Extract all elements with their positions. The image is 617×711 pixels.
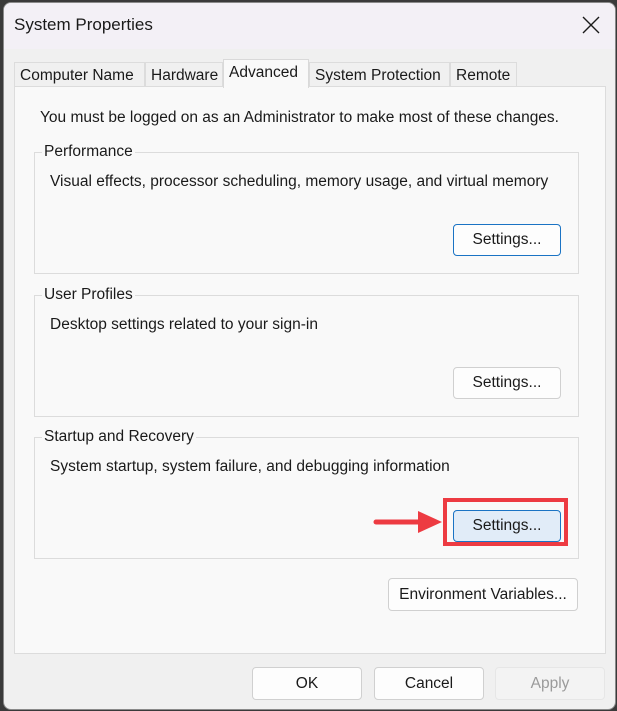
tab-system-protection[interactable]: System Protection — [309, 62, 450, 87]
startup-recovery-group: Startup and Recovery System startup, sys… — [34, 428, 579, 559]
tab-hardware[interactable]: Hardware — [145, 62, 223, 87]
user-profiles-settings-button[interactable]: Settings... — [453, 367, 561, 399]
user-profiles-group-title: User Profiles — [42, 286, 135, 304]
close-button[interactable] — [567, 3, 615, 47]
advanced-tab-panel: You must be logged on as an Administrato… — [14, 86, 606, 654]
title-bar: System Properties — [4, 3, 615, 49]
apply-button: Apply — [495, 667, 605, 700]
performance-group-title: Performance — [42, 143, 135, 161]
admin-note: You must be logged on as an Administrato… — [40, 109, 559, 126]
close-icon — [582, 16, 600, 34]
performance-settings-button[interactable]: Settings... — [453, 224, 561, 256]
window-title: System Properties — [14, 15, 153, 34]
environment-variables-button[interactable]: Environment Variables... — [388, 578, 578, 611]
startup-recovery-group-title: Startup and Recovery — [42, 428, 196, 446]
performance-description: Visual effects, processor scheduling, me… — [50, 173, 549, 190]
tab-advanced[interactable]: Advanced — [223, 59, 309, 88]
user-profiles-group: User Profiles Desktop settings related t… — [34, 286, 579, 417]
cancel-button[interactable]: Cancel — [374, 667, 484, 700]
tab-remote[interactable]: Remote — [450, 62, 517, 87]
tab-computer-name[interactable]: Computer Name — [14, 62, 145, 87]
user-profiles-description: Desktop settings related to your sign-in — [50, 316, 318, 333]
startup-recovery-settings-button[interactable]: Settings... — [453, 510, 561, 542]
ok-button[interactable]: OK — [252, 667, 362, 700]
system-properties-window: System Properties Computer Name Hardware… — [3, 2, 616, 710]
startup-recovery-description: System startup, system failure, and debu… — [50, 458, 450, 475]
performance-group: Performance Visual effects, processor sc… — [34, 143, 579, 274]
